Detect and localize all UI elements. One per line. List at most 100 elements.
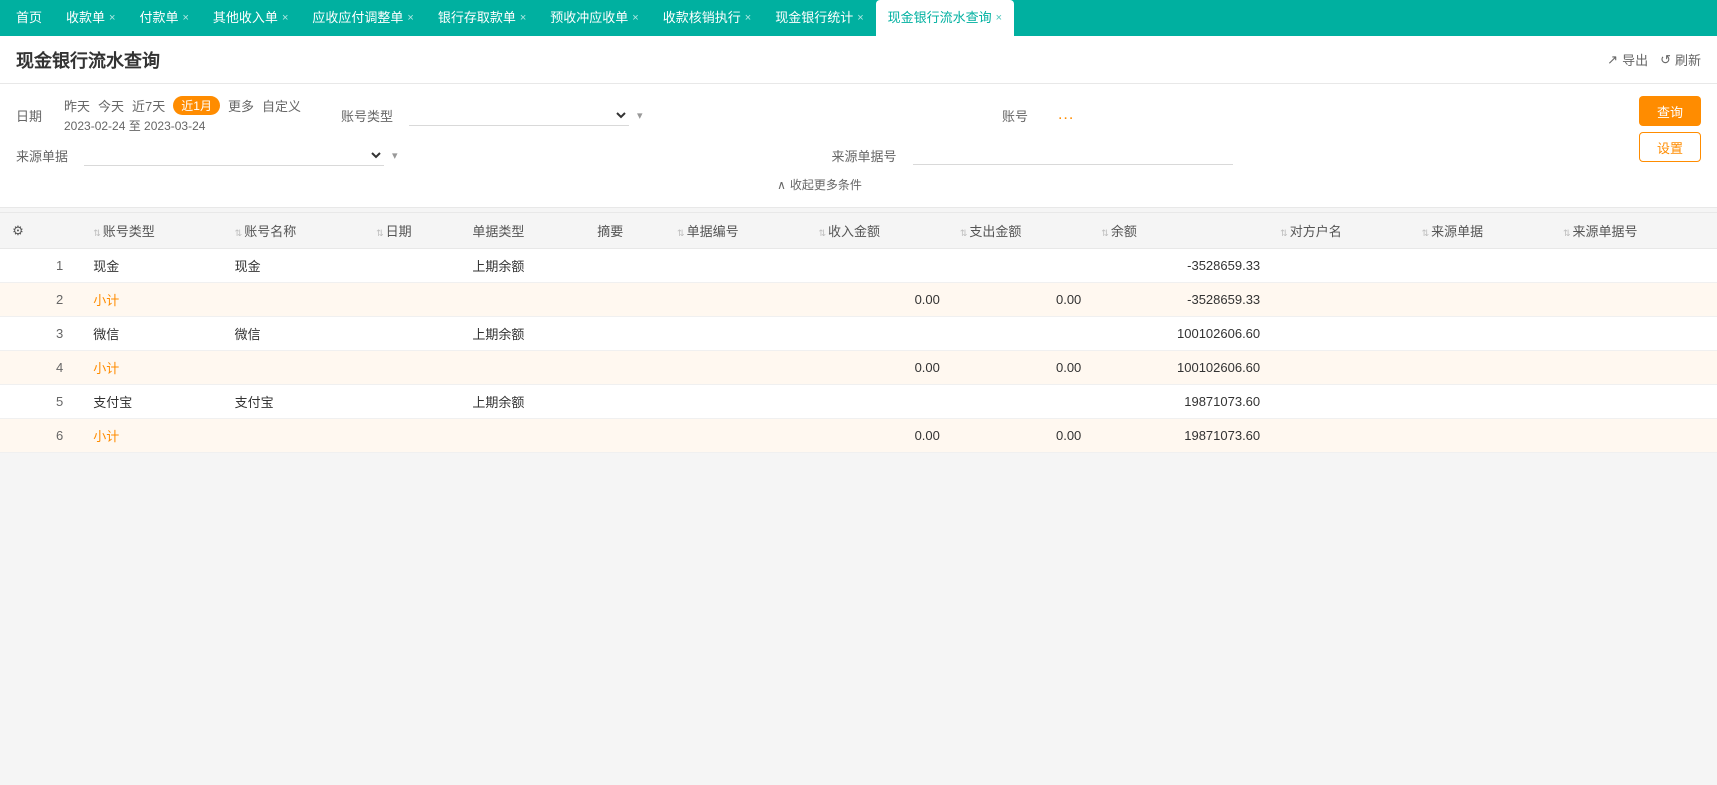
nav-item-qitashouru[interactable]: 其他收入单 × xyxy=(201,0,300,36)
filter-row-1: 日期 昨天 今天 近7天 近1月 更多 自定义 2023-02-24 至 202… xyxy=(16,96,1623,134)
th-settings[interactable]: ⚙ xyxy=(0,213,36,249)
close-icon[interactable]: × xyxy=(857,0,863,36)
table-row: 4小计0.000.00100102606.60 xyxy=(0,351,1717,385)
page-header: 现金银行流水查询 ↗ 导出 ↺ 刷新 xyxy=(0,36,1717,84)
nav-item-shouhuaxiao[interactable]: 收款核销执行 × xyxy=(651,0,763,36)
table-cell xyxy=(587,283,667,317)
table-cell: 上期余额 xyxy=(462,317,587,351)
table-cell xyxy=(366,249,462,283)
nav-item-xianjintongji[interactable]: 现金银行统计 × xyxy=(763,0,875,36)
nav-item-yinhangcunqu[interactable]: 银行存取款单 × xyxy=(426,0,538,36)
export-button[interactable]: ↗ 导出 xyxy=(1607,50,1648,69)
close-icon[interactable]: × xyxy=(282,0,288,36)
table-cell xyxy=(667,283,808,317)
th-balance[interactable]: ⇅余额 xyxy=(1091,213,1270,249)
th-doc-no[interactable]: ⇅单据编号 xyxy=(667,213,808,249)
table-cell: 微信 xyxy=(225,317,366,351)
close-icon[interactable]: × xyxy=(632,0,638,36)
data-table: ⚙ ⇅账号类型 ⇅账号名称 ⇅日期 单据类型 摘要 ⇅单据编号 ⇅收入金额 ⇅支… xyxy=(0,212,1717,453)
table-cell: 2 xyxy=(36,283,83,317)
table-cell xyxy=(808,385,949,419)
filter-main: 日期 昨天 今天 近7天 近1月 更多 自定义 2023-02-24 至 202… xyxy=(16,96,1623,195)
table-cell xyxy=(1412,385,1553,419)
table-cell: 100102606.60 xyxy=(1091,351,1270,385)
table-cell xyxy=(1412,419,1553,453)
table-cell xyxy=(462,419,587,453)
table-cell: 3 xyxy=(36,317,83,351)
table-cell: 19871073.60 xyxy=(1091,419,1270,453)
source-doc-group: 来源单据 ▾ xyxy=(16,144,808,166)
table-cell: -3528659.33 xyxy=(1091,283,1270,317)
close-icon[interactable]: × xyxy=(745,0,751,36)
account-type-select[interactable] xyxy=(409,104,629,126)
table-cell xyxy=(808,249,949,283)
nav-item-yushoufan[interactable]: 预收冲应收单 × xyxy=(538,0,650,36)
shortcut-1month[interactable]: 近1月 xyxy=(173,96,220,115)
table-cell: 5 xyxy=(36,385,83,419)
table-cell: 100102606.60 xyxy=(1091,317,1270,351)
table-cell xyxy=(587,351,667,385)
shortcut-custom[interactable]: 自定义 xyxy=(262,96,301,115)
table-cell xyxy=(1412,249,1553,283)
table-cell xyxy=(0,317,36,351)
table-cell: 0.00 xyxy=(808,351,949,385)
table-cell xyxy=(0,385,36,419)
close-icon[interactable]: × xyxy=(996,0,1002,36)
table-cell: 4 xyxy=(36,351,83,385)
table-cell xyxy=(462,351,587,385)
table-cell xyxy=(1270,419,1411,453)
table-cell: 小计 xyxy=(83,351,224,385)
nav-item-liushui-active[interactable]: 现金银行流水查询 × xyxy=(876,0,1014,36)
close-icon[interactable]: × xyxy=(109,0,115,36)
table-cell xyxy=(0,419,36,453)
table-cell: 0.00 xyxy=(808,419,949,453)
table-cell xyxy=(0,249,36,283)
source-doc-select[interactable] xyxy=(84,144,384,166)
refresh-icon: ↺ xyxy=(1660,52,1671,68)
nav-item-fukuan[interactable]: 付款单 × xyxy=(127,0,200,36)
th-source-doc-no[interactable]: ⇅来源单据号 xyxy=(1553,213,1717,249)
th-source-doc[interactable]: ⇅来源单据 xyxy=(1412,213,1553,249)
table-cell xyxy=(587,385,667,419)
th-income[interactable]: ⇅收入金额 xyxy=(808,213,949,249)
settings-button[interactable]: 设置 xyxy=(1639,132,1701,162)
table-cell xyxy=(225,283,366,317)
table-cell xyxy=(667,317,808,351)
table-cell xyxy=(1553,283,1717,317)
th-date[interactable]: ⇅日期 xyxy=(366,213,462,249)
nav-item-shoudan[interactable]: 收款单 × xyxy=(54,0,127,36)
source-doc-no-group: 来源单据号 xyxy=(832,145,1624,165)
table-row: 2小计0.000.00-3528659.33 xyxy=(0,283,1717,317)
nav-item-yingshoutiaozheng[interactable]: 应收应付调整单 × xyxy=(300,0,425,36)
table-cell: 1 xyxy=(36,249,83,283)
th-account-name[interactable]: ⇅账号名称 xyxy=(225,213,366,249)
th-expense[interactable]: ⇅支出金额 xyxy=(950,213,1091,249)
shortcut-yesterday[interactable]: 昨天 xyxy=(64,96,90,115)
source-doc-no-input[interactable] xyxy=(913,145,1233,165)
query-button[interactable]: 查询 xyxy=(1639,96,1701,126)
close-icon[interactable]: × xyxy=(520,0,526,36)
close-icon[interactable]: × xyxy=(182,0,188,36)
refresh-button[interactable]: ↺ 刷新 xyxy=(1660,50,1701,69)
th-counterpart[interactable]: ⇅对方户名 xyxy=(1270,213,1411,249)
shortcut-7days[interactable]: 近7天 xyxy=(132,96,165,115)
account-ellipsis-button[interactable]: ... xyxy=(1058,106,1074,124)
nav-home[interactable]: 首页 xyxy=(4,0,54,36)
source-doc-label: 来源单据 xyxy=(16,146,68,165)
shortcut-more[interactable]: 更多 xyxy=(228,96,254,115)
table-cell xyxy=(587,317,667,351)
close-icon[interactable]: × xyxy=(407,0,413,36)
table-cell xyxy=(1412,283,1553,317)
account-type-label: 账号类型 xyxy=(341,106,393,125)
table-cell xyxy=(1553,351,1717,385)
shortcut-today[interactable]: 今天 xyxy=(98,96,124,115)
th-account-type[interactable]: ⇅账号类型 xyxy=(83,213,224,249)
button-area: 查询 设置 xyxy=(1639,96,1701,162)
th-doc-type: 单据类型 xyxy=(462,213,587,249)
collapse-bar[interactable]: ∧ 收起更多条件 xyxy=(16,170,1623,195)
th-index xyxy=(36,213,83,249)
table-cell: 微信 xyxy=(83,317,224,351)
source-doc-no-label: 来源单据号 xyxy=(832,146,897,165)
table-cell xyxy=(0,283,36,317)
table-cell xyxy=(366,283,462,317)
